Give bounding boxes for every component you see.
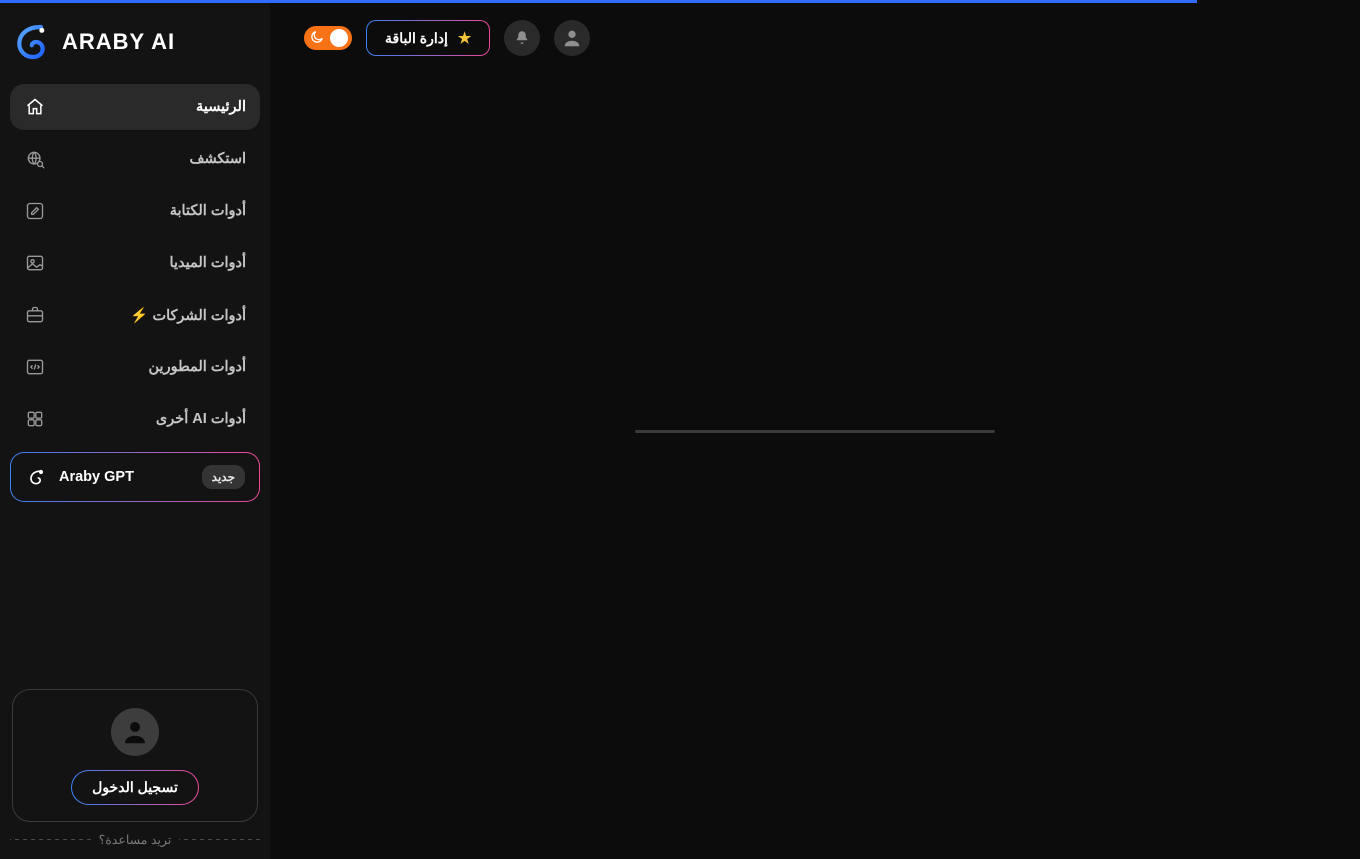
- profile-avatar-button[interactable]: [554, 20, 590, 56]
- notifications-button[interactable]: [504, 20, 540, 56]
- sidebar-item-label: الرئيسية: [60, 99, 246, 115]
- help-line[interactable]: تريد مساعدة؟: [10, 832, 260, 847]
- divider: [10, 839, 91, 840]
- gpt-label: Araby GPT: [59, 469, 134, 485]
- star-icon: ★: [458, 29, 471, 47]
- help-text: تريد مساعدة؟: [99, 832, 172, 847]
- manage-package-button[interactable]: ★ إدارة الباقة: [366, 20, 490, 56]
- brand-title: ARABY AI: [62, 29, 175, 55]
- login-avatar-icon: [111, 708, 159, 756]
- sidebar: ARABY AI: [0, 0, 270, 859]
- brand-logo-icon: [14, 22, 48, 62]
- topbar: ★ إدارة الباقة: [304, 20, 590, 56]
- gpt-label-group: Araby GPT: [25, 466, 134, 488]
- toggle-knob: [330, 29, 348, 47]
- sidebar-item-label: أدوات المطورين: [60, 359, 246, 375]
- code-icon: [24, 356, 46, 378]
- grid-icon: [24, 408, 46, 430]
- briefcase-icon: [24, 304, 46, 326]
- sidebar-item-business-tools[interactable]: أدوات الشركات ⚡: [10, 292, 260, 338]
- home-icon: [24, 96, 46, 118]
- sidebar-item-araby-gpt[interactable]: Araby GPT جديد: [10, 452, 260, 502]
- globe-search-icon: [24, 148, 46, 170]
- login-card: تسجيل الدخول: [12, 689, 258, 822]
- moon-icon: [309, 29, 325, 45]
- araby-gpt-icon: [25, 466, 47, 488]
- sidebar-nav: الرئيسية استكشف أدوات الكتابة: [10, 84, 260, 502]
- divider: [179, 839, 260, 840]
- login-button[interactable]: تسجيل الدخول: [71, 770, 199, 805]
- sidebar-item-explore[interactable]: استكشف: [10, 136, 260, 182]
- sidebar-spacer: [10, 502, 260, 689]
- sidebar-item-label: أدوات الميديا: [60, 255, 246, 271]
- sidebar-item-developer-tools[interactable]: أدوات المطورين: [10, 344, 260, 390]
- manage-package-label: إدارة الباقة: [385, 30, 448, 47]
- page-loading-progress: [0, 0, 1197, 3]
- sidebar-item-label: أدوات الشركات ⚡: [60, 307, 246, 324]
- edit-icon: [24, 200, 46, 222]
- sidebar-item-label: استكشف: [60, 151, 246, 167]
- sidebar-item-writing-tools[interactable]: أدوات الكتابة: [10, 188, 260, 234]
- sidebar-item-media-tools[interactable]: أدوات الميديا: [10, 240, 260, 286]
- main-content: ★ إدارة الباقة: [270, 0, 1360, 859]
- sidebar-item-other-ai-tools[interactable]: أدوات AI أخرى: [10, 396, 260, 442]
- brand: ARABY AI: [10, 18, 260, 84]
- theme-toggle[interactable]: [304, 26, 352, 50]
- app-root: ARABY AI: [0, 0, 1360, 859]
- sidebar-item-label: أدوات الكتابة: [60, 203, 246, 219]
- new-badge: جديد: [202, 465, 245, 489]
- content-loading-bar: [635, 430, 995, 433]
- sidebar-item-home[interactable]: الرئيسية: [10, 84, 260, 130]
- image-icon: [24, 252, 46, 274]
- sidebar-item-label: أدوات AI أخرى: [60, 411, 246, 427]
